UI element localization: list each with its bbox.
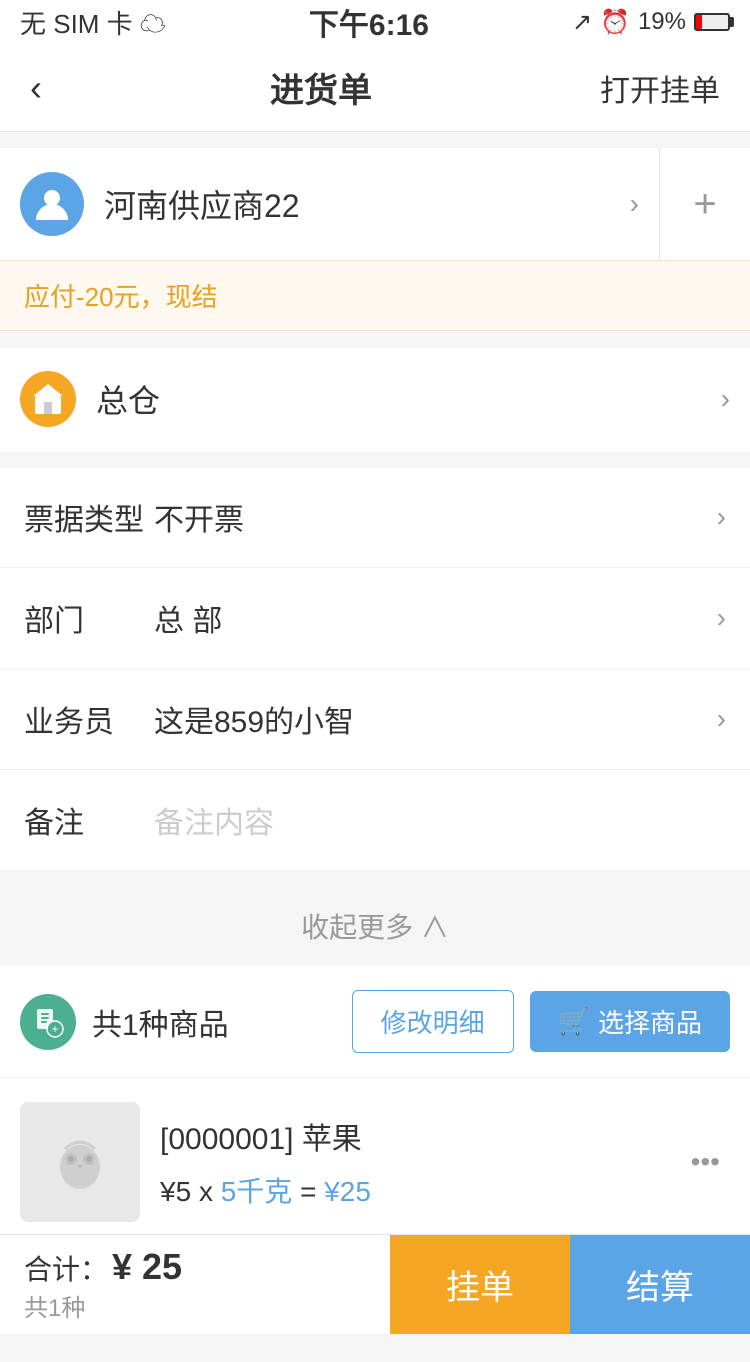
supplier-add-button[interactable]: +	[660, 148, 750, 260]
form-row-dept[interactable]: 部门 总 部 ›	[0, 568, 750, 669]
status-right: ↗ ⏰ 19%	[572, 8, 730, 37]
status-time: 下午6:16	[309, 0, 429, 44]
supplier-notice: 应付-20元，现结	[0, 260, 750, 331]
bottom-bar: 合计： ¥ 25 共1种 挂单 结算	[0, 1234, 750, 1334]
status-bar: 无 SIM 卡 ☁ 下午6:16 ↗ ⏰ 19%	[0, 0, 750, 44]
product-info: [0000001] 苹果 ¥5 x 5千克 = ¥25	[160, 1114, 681, 1210]
form-row-note[interactable]: 备注 备注内容	[0, 770, 750, 870]
supplier-row[interactable]: 河南供应商22 ›	[0, 148, 660, 260]
salesperson-value: 这是859的小智	[154, 697, 707, 741]
collapse-bar[interactable]: 收起更多 ∧	[0, 886, 750, 966]
supplier-chevron-icon: ›	[630, 188, 639, 220]
cart-icon: 🛒	[558, 1006, 590, 1037]
note-label: 备注	[24, 798, 154, 842]
warehouse-row[interactable]: 总仓 ›	[0, 347, 750, 451]
total-section: 合计： ¥ 25 共1种	[0, 1235, 390, 1334]
supplier-name: 河南供应商22	[104, 181, 620, 227]
main-content: 河南供应商22 › + 应付-20元，现结 总仓 › 票据类型 不开票 ›	[0, 148, 750, 1362]
dept-chevron-icon: ›	[717, 602, 726, 634]
total-amount: ¥ 25	[112, 1246, 182, 1288]
supplier-avatar	[20, 172, 84, 236]
select-product-button[interactable]: 🛒 选择商品	[530, 991, 730, 1052]
open-hang-button[interactable]: 打开挂单	[600, 66, 720, 110]
location-icon: ↗	[572, 8, 592, 37]
ticket-chevron-icon: ›	[717, 501, 726, 533]
supplier-section: 河南供应商22 › +	[0, 148, 750, 260]
status-left: 无 SIM 卡 ☁	[20, 4, 166, 41]
page-title: 进货单	[270, 63, 372, 112]
form-row-salesperson[interactable]: 业务员 这是859的小智 ›	[0, 669, 750, 770]
salesperson-chevron-icon: ›	[717, 703, 726, 735]
dept-value: 总 部	[154, 596, 707, 640]
dept-label: 部门	[24, 596, 154, 640]
product-header: + 共1种商品 修改明细 🛒 选择商品	[0, 966, 750, 1078]
warehouse-name: 总仓	[96, 376, 711, 422]
note-placeholder: 备注内容	[154, 798, 726, 842]
edit-detail-button[interactable]: 修改明细	[352, 990, 514, 1053]
product-name: [0000001] 苹果	[160, 1114, 681, 1158]
form-row-ticket[interactable]: 票据类型 不开票 ›	[0, 467, 750, 568]
warehouse-icon	[20, 371, 76, 427]
product-section: + 共1种商品 修改明细 🛒 选择商品	[0, 966, 750, 1246]
svg-text:+: +	[51, 1022, 58, 1036]
sim-label: 无 SIM 卡 ☁	[20, 4, 166, 41]
total-count: 共1种	[24, 1288, 366, 1323]
nav-bar: ‹ 进货单 打开挂单	[0, 44, 750, 132]
product-item: [0000001] 苹果 ¥5 x 5千克 = ¥25 •••	[0, 1078, 750, 1246]
ticket-label: 票据类型	[24, 495, 154, 539]
battery-icon	[694, 13, 730, 31]
product-count-icon: +	[20, 994, 76, 1050]
product-more-button[interactable]: •••	[681, 1136, 730, 1188]
total-label: 合计：	[24, 1248, 108, 1288]
product-price: ¥5 x 5千克 = ¥25	[160, 1170, 681, 1210]
warehouse-chevron-icon: ›	[721, 383, 730, 415]
ticket-value: 不开票	[154, 495, 707, 539]
checkout-button[interactable]: 结算	[570, 1235, 750, 1334]
product-count-text: 共1种商品	[92, 1000, 352, 1044]
form-section: 票据类型 不开票 › 部门 总 部 › 业务员 这是859的小智 › 备注 备注…	[0, 467, 750, 870]
product-thumbnail	[20, 1102, 140, 1222]
alarm-icon: ⏰	[600, 8, 630, 37]
salesperson-label: 业务员	[24, 697, 154, 741]
back-button[interactable]: ‹	[30, 67, 42, 109]
battery-label: 19%	[638, 8, 686, 36]
hang-button[interactable]: 挂单	[390, 1235, 570, 1334]
